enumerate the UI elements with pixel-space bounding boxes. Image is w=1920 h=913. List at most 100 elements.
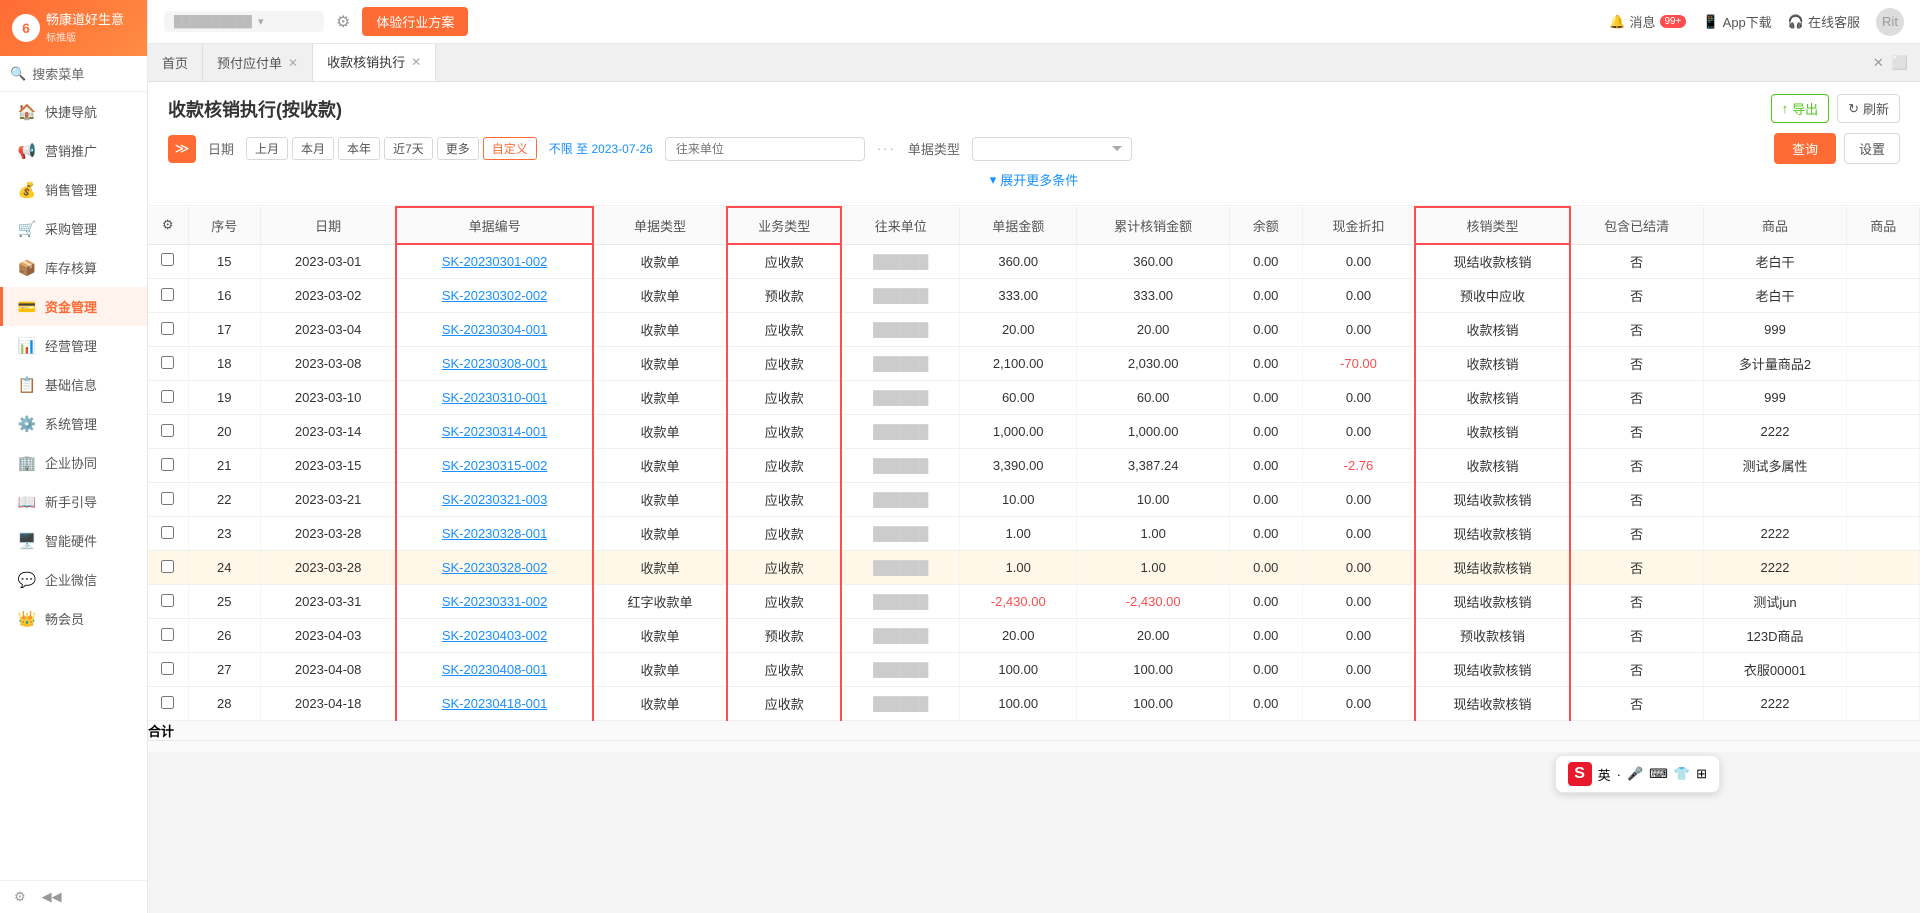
footer-voucher-no <box>396 721 593 741</box>
sidebar-item-inventory[interactable]: 📦 库存核算 <box>0 248 147 287</box>
user-avatar[interactable]: Rit <box>1876 8 1904 36</box>
row-checkbox[interactable] <box>148 244 188 279</box>
row-checkbox[interactable] <box>148 687 188 721</box>
export-button[interactable]: ↑ 导出 <box>1771 94 1830 123</box>
row-checkbox[interactable] <box>148 517 188 551</box>
row-include-settled: 否 <box>1570 687 1703 721</box>
voucher-no-link[interactable]: SK-20230331-002 <box>442 594 548 609</box>
collapse-icon[interactable]: ◀◀ <box>42 889 62 905</box>
voucher-no-link[interactable]: SK-20230301-002 <box>442 254 548 269</box>
sidebar-item-quick-nav[interactable]: 🏠 快捷导航 <box>0 92 147 131</box>
voucher-no-link[interactable]: SK-20230304-001 <box>442 322 548 337</box>
horizontal-scrollbar[interactable] <box>148 740 1920 752</box>
maximize-icon[interactable]: ⬜ <box>1892 55 1908 71</box>
row-checkbox[interactable] <box>148 347 188 381</box>
sidebar-item-member[interactable]: 👑 畅会员 <box>0 599 147 638</box>
query-button[interactable]: 查询 <box>1774 133 1836 164</box>
row-cash-discount: 0.00 <box>1302 279 1415 313</box>
row-checkbox[interactable] <box>148 619 188 653</box>
sidebar-bottom: ⚙ ◀◀ <box>0 880 147 913</box>
online-support-button[interactable]: 🎧 在线客服 <box>1788 12 1860 31</box>
voucher-no-link[interactable]: SK-20230328-002 <box>442 560 548 575</box>
row-checkbox[interactable] <box>148 415 188 449</box>
sidebar-item-sales[interactable]: 💰 销售管理 <box>0 170 147 209</box>
row-checkbox[interactable] <box>148 279 188 313</box>
sidebar-item-marketing[interactable]: 📢 营销推广 <box>0 131 147 170</box>
row-cumulative: 1,000.00 <box>1077 415 1230 449</box>
footer-product <box>1703 721 1847 741</box>
refresh-button[interactable]: ↻ 刷新 <box>1837 94 1900 123</box>
notifications-button[interactable]: 🔔 消息 99+ <box>1609 12 1686 31</box>
row-amount: 1,000.00 <box>960 415 1077 449</box>
row-product2 <box>1847 449 1920 483</box>
voucher-no-link[interactable]: SK-20230418-001 <box>442 696 548 711</box>
custom-date-btn[interactable]: 自定义 <box>483 137 537 160</box>
tab-pre-payment[interactable]: 预付应付单 ✕ <box>203 44 313 81</box>
sidebar-item-basic[interactable]: 📋 基础信息 <box>0 365 147 404</box>
voucher-no-link[interactable]: SK-20230328-001 <box>442 526 548 541</box>
settings-icon[interactable]: ⚙ <box>336 12 350 32</box>
more-btn[interactable]: 更多 <box>437 137 479 160</box>
row-checkbox[interactable] <box>148 585 188 619</box>
row-checkbox[interactable] <box>148 483 188 517</box>
sidebar-item-operations[interactable]: 📊 经营管理 <box>0 326 147 365</box>
row-amount: -2,430.00 <box>960 585 1077 619</box>
footer-product2 <box>1847 721 1920 741</box>
tab-close-collection[interactable]: ✕ <box>411 55 421 69</box>
workspace-selector[interactable]: ██████████ ▾ <box>164 11 324 32</box>
row-include-settled: 否 <box>1570 585 1703 619</box>
this-year-btn[interactable]: 本年 <box>338 137 380 160</box>
tab-collection[interactable]: 收款核销执行 ✕ <box>313 44 436 81</box>
row-checkbox[interactable] <box>148 381 188 415</box>
finance-icon: 💳 <box>17 298 37 316</box>
expand-filter-button[interactable]: ▾ 展开更多条件 <box>168 164 1900 195</box>
bell-icon: 🔔 <box>1609 14 1625 30</box>
col-settings[interactable]: ⚙ <box>148 207 188 244</box>
settings-gear-icon[interactable]: ⚙ <box>14 889 26 905</box>
voucher-no-link[interactable]: SK-20230408-001 <box>442 662 548 677</box>
row-product: 2222 <box>1703 687 1847 721</box>
voucher-no-link[interactable]: SK-20230321-003 <box>442 492 548 507</box>
last-month-btn[interactable]: 上月 <box>246 137 288 160</box>
tab-close-pre-payment[interactable]: ✕ <box>288 56 298 70</box>
sidebar-item-purchase[interactable]: 🛒 采购管理 <box>0 209 147 248</box>
row-checkbox[interactable] <box>148 313 188 347</box>
sidebar-item-wechat[interactable]: 💬 企业微信 <box>0 560 147 599</box>
row-checkbox[interactable] <box>148 653 188 687</box>
row-voucher-type: 收款单 <box>593 687 727 721</box>
sidebar-search[interactable]: 🔍 搜索菜单 <box>0 56 147 92</box>
row-voucher-no: SK-20230308-001 <box>396 347 593 381</box>
filter-toggle-button[interactable]: ≫ <box>168 135 196 163</box>
voucher-no-link[interactable]: SK-20230314-001 <box>442 424 548 439</box>
sidebar-item-system[interactable]: ⚙️ 系统管理 <box>0 404 147 443</box>
row-date: 2023-04-03 <box>261 619 397 653</box>
sidebar-item-enterprise[interactable]: 🏢 企业协同 <box>0 443 147 482</box>
voucher-no-link[interactable]: SK-20230403-002 <box>442 628 548 643</box>
voucher-no-link[interactable]: SK-20230315-002 <box>442 458 548 473</box>
row-no: 26 <box>188 619 261 653</box>
sidebar-item-hardware[interactable]: 🖥️ 智能硬件 <box>0 521 147 560</box>
row-checkbox[interactable] <box>148 551 188 585</box>
voucher-no-link[interactable]: SK-20230308-001 <box>442 356 548 371</box>
footer-label: 合计 <box>148 721 261 741</box>
table-row: 23 2023-03-28 SK-20230328-001 收款单 应收款 ██… <box>148 517 1920 551</box>
close-window-icon[interactable]: ✕ <box>1873 55 1884 71</box>
voucher-type-select[interactable] <box>972 137 1132 161</box>
tab-home[interactable]: 首页 <box>148 44 203 81</box>
app-download-button[interactable]: 📱 App下载 <box>1702 12 1771 31</box>
counterparty-input[interactable] <box>665 137 865 161</box>
sidebar-item-finance[interactable]: 💳 资金管理 <box>0 287 147 326</box>
more-filter-dots[interactable]: ··· <box>877 141 896 156</box>
row-cumulative: 20.00 <box>1077 619 1230 653</box>
this-month-btn[interactable]: 本月 <box>292 137 334 160</box>
voucher-no-link[interactable]: SK-20230302-002 <box>442 288 548 303</box>
voucher-no-link[interactable]: SK-20230310-001 <box>442 390 548 405</box>
row-biz-type: 应收款 <box>727 381 841 415</box>
sidebar-item-guide[interactable]: 📖 新手引导 <box>0 482 147 521</box>
last-7days-btn[interactable]: 近7天 <box>384 137 433 160</box>
industry-solution-button[interactable]: 体验行业方案 <box>362 7 468 36</box>
row-balance: 0.00 <box>1230 244 1303 279</box>
settings-button[interactable]: 设置 <box>1844 133 1900 164</box>
app-version: 标推版 <box>46 29 124 44</box>
row-checkbox[interactable] <box>148 449 188 483</box>
